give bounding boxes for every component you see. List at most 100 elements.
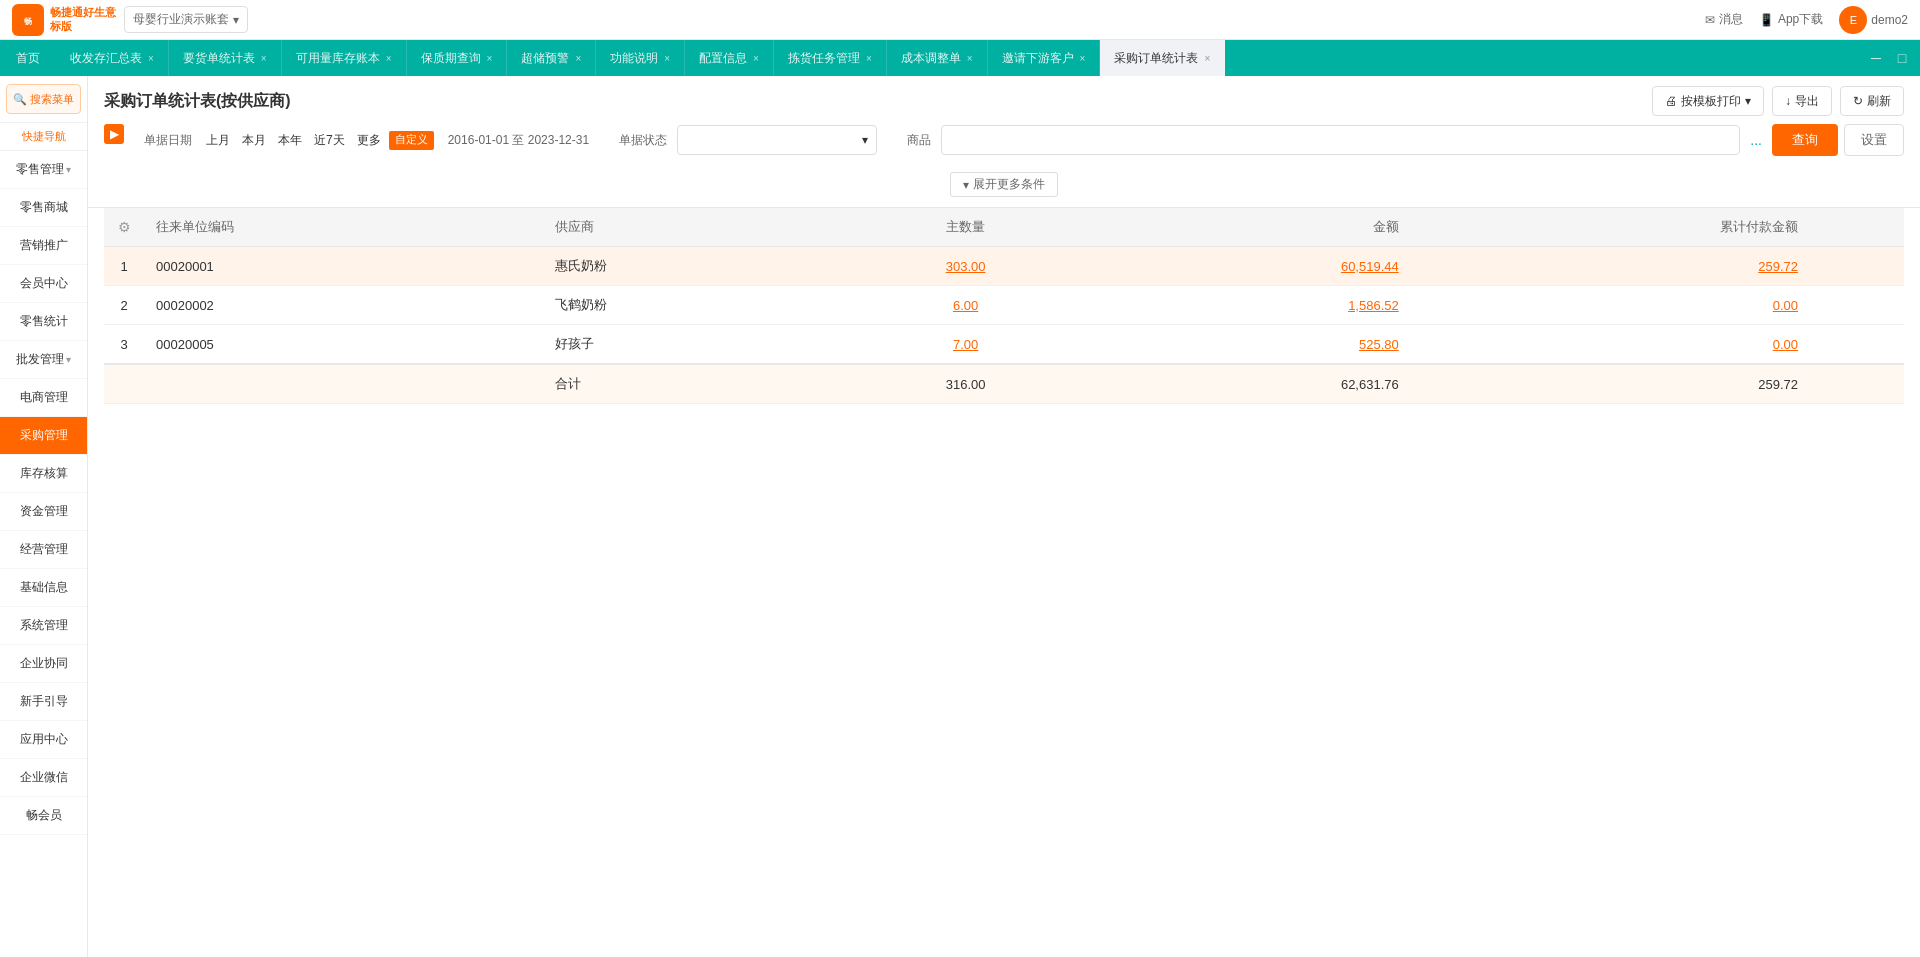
sidebar-search-area: 🔍 搜索菜单 [0, 76, 87, 123]
sidebar-item-new-guide[interactable]: 新手引导 [0, 683, 87, 721]
sidebar-item-retail-stat[interactable]: 零售统计 [0, 303, 87, 341]
gear-icon[interactable]: ⚙ [118, 219, 131, 235]
chevron-down-icon: ▾ [66, 164, 71, 175]
tab-close-icon[interactable]: × [487, 53, 493, 64]
tab-jianhuo[interactable]: 拣货任务管理 × [774, 40, 887, 76]
shortcut-this-year[interactable]: 本年 [274, 131, 306, 150]
sidebar-item-enterprise[interactable]: 企业协同 [0, 645, 87, 683]
sidebar-item-marketing[interactable]: 营销推广 [0, 227, 87, 265]
tab-chaochu[interactable]: 超储预警 × [507, 40, 596, 76]
tab-close-icon[interactable]: × [866, 53, 872, 64]
workspace-selector[interactable]: 母婴行业演示账套 ▾ [124, 6, 248, 33]
tab-close-icon[interactable]: × [1080, 53, 1086, 64]
filter-actions: 查询 设置 [1772, 124, 1904, 156]
tab-shoufacun[interactable]: 收发存汇总表 × [56, 40, 169, 76]
row-supplier: 好孩子 [543, 325, 841, 365]
nav-tabs: 首页 收发存汇总表 × 要货单统计表 × 可用量库存账本 × 保质期查询 × 超… [0, 40, 1920, 76]
sidebar-item-inventory[interactable]: 库存核算 [0, 455, 87, 493]
row-code: 00020001 [144, 247, 543, 286]
user-profile[interactable]: E demo2 [1839, 6, 1908, 34]
message-button[interactable]: ✉ 消息 [1705, 11, 1743, 28]
print-button[interactable]: 🖨 按模板打印 ▾ [1652, 86, 1764, 116]
tab-close-icon[interactable]: × [148, 53, 154, 64]
row-extra [1810, 325, 1904, 365]
sidebar-item-corp-wechat[interactable]: 企业微信 [0, 759, 87, 797]
tab-close-icon[interactable]: × [386, 53, 392, 64]
tab-gongneng[interactable]: 功能说明 × [596, 40, 685, 76]
col-supplier-header: 供应商 [543, 208, 841, 247]
filter-toggle-button[interactable]: ▶ [104, 124, 124, 144]
footer-extra [1810, 364, 1904, 404]
row-index: 3 [104, 325, 144, 365]
data-table: ⚙ 往来单位编码 供应商 主数量 金额 累计付款金额 1 00020001 [104, 208, 1904, 404]
footer-paid: 259.72 [1411, 364, 1810, 404]
header-actions: 🖨 按模板打印 ▾ ↓ 导出 ↻ 刷新 [1652, 86, 1904, 116]
tab-close-icon[interactable]: × [575, 53, 581, 64]
query-button[interactable]: 查询 [1772, 124, 1838, 156]
tab-keyongliang[interactable]: 可用量库存账本 × [282, 40, 407, 76]
export-button[interactable]: ↓ 导出 [1772, 86, 1832, 116]
row-index: 1 [104, 247, 144, 286]
row-amount: 525.80 [1090, 325, 1410, 365]
sidebar-item-operations[interactable]: 经营管理 [0, 531, 87, 569]
svg-text:畅: 畅 [24, 17, 32, 26]
sidebar-item-app-center[interactable]: 应用中心 [0, 721, 87, 759]
goods-label: 商品 [907, 132, 931, 149]
table-header: ⚙ 往来单位编码 供应商 主数量 金额 累计付款金额 [104, 208, 1904, 247]
sidebar-item-wholesale[interactable]: 批发管理 ▾ [0, 341, 87, 379]
refresh-button[interactable]: ↻ 刷新 [1840, 86, 1904, 116]
sidebar-item-retail-shop[interactable]: 零售商城 [0, 189, 87, 227]
row-supplier: 惠氏奶粉 [543, 247, 841, 286]
settings-button[interactable]: 设置 [1844, 124, 1904, 156]
tab-close-icon[interactable]: × [753, 53, 759, 64]
custom-date-tag[interactable]: 自定义 [389, 131, 434, 150]
message-label: 消息 [1719, 11, 1743, 28]
tab-close-icon[interactable]: × [261, 53, 267, 64]
tab-close-icon-active[interactable]: × [1204, 53, 1210, 64]
tab-close-icon[interactable]: × [967, 53, 973, 64]
more-filter-icon[interactable]: ... [1750, 132, 1762, 148]
status-select[interactable]: ▾ [677, 125, 877, 155]
expand-more-button[interactable]: ▾ 展开更多条件 [950, 172, 1058, 197]
row-extra [1810, 247, 1904, 286]
logo-text: 畅捷通好生意 标版 [50, 6, 116, 32]
row-code: 00020002 [144, 286, 543, 325]
search-icon: 🔍 [13, 93, 27, 106]
top-bar: 畅 畅捷通好生意 标版 母婴行业演示账套 ▾ ✉ 消息 📱 App下载 E de… [0, 0, 1920, 40]
quick-nav-button[interactable]: 快捷导航 [0, 123, 87, 151]
sidebar-item-system[interactable]: 系统管理 [0, 607, 87, 645]
shortcut-this-month[interactable]: 本月 [238, 131, 270, 150]
row-extra [1810, 286, 1904, 325]
sidebar-item-basic-info[interactable]: 基础信息 [0, 569, 87, 607]
filter-main-row: 单据日期 上月 本月 本年 近7天 更多 自定义 2016-01-01 至 20… [144, 124, 1904, 156]
tab-caigou-active[interactable]: 采购订单统计表 × [1100, 40, 1225, 76]
sidebar-item-ecommerce[interactable]: 电商管理 [0, 379, 87, 417]
goods-input[interactable] [941, 125, 1740, 155]
sidebar-item-vip[interactable]: 畅会员 [0, 797, 87, 835]
tab-chengben[interactable]: 成本调整单 × [887, 40, 988, 76]
row-qty: 303.00 [841, 247, 1091, 286]
tab-home[interactable]: 首页 [0, 50, 56, 67]
nav-maximize-button[interactable]: □ [1890, 46, 1914, 70]
table-row: 2 00020002 飞鹤奶粉 6.00 1,586.52 0.00 [104, 286, 1904, 325]
date-label: 单据日期 [144, 132, 192, 149]
app-download-button[interactable]: 📱 App下载 [1759, 11, 1823, 28]
col-paid-header: 累计付款金额 [1411, 208, 1810, 247]
sidebar-item-member[interactable]: 会员中心 [0, 265, 87, 303]
tab-yaohuo[interactable]: 要货单统计表 × [169, 40, 282, 76]
row-paid: 259.72 [1411, 247, 1810, 286]
workspace-label: 母婴行业演示账套 [133, 11, 229, 28]
search-menu-button[interactable]: 🔍 搜索菜单 [6, 84, 81, 114]
sidebar-item-retail[interactable]: 零售管理 ▾ [0, 151, 87, 189]
tab-peizhi[interactable]: 配置信息 × [685, 40, 774, 76]
download-icon: 📱 [1759, 13, 1774, 27]
tab-yaoqing[interactable]: 邀请下游客户 × [988, 40, 1101, 76]
shortcut-last-month[interactable]: 上月 [202, 131, 234, 150]
sidebar-item-finance[interactable]: 资金管理 [0, 493, 87, 531]
sidebar-item-purchase[interactable]: 采购管理 [0, 417, 87, 455]
shortcut-more[interactable]: 更多 [353, 131, 385, 150]
nav-minimize-button[interactable]: ─ [1864, 46, 1888, 70]
tab-baozhi[interactable]: 保质期查询 × [407, 40, 508, 76]
tab-close-icon[interactable]: × [664, 53, 670, 64]
shortcut-7days[interactable]: 近7天 [310, 131, 349, 150]
